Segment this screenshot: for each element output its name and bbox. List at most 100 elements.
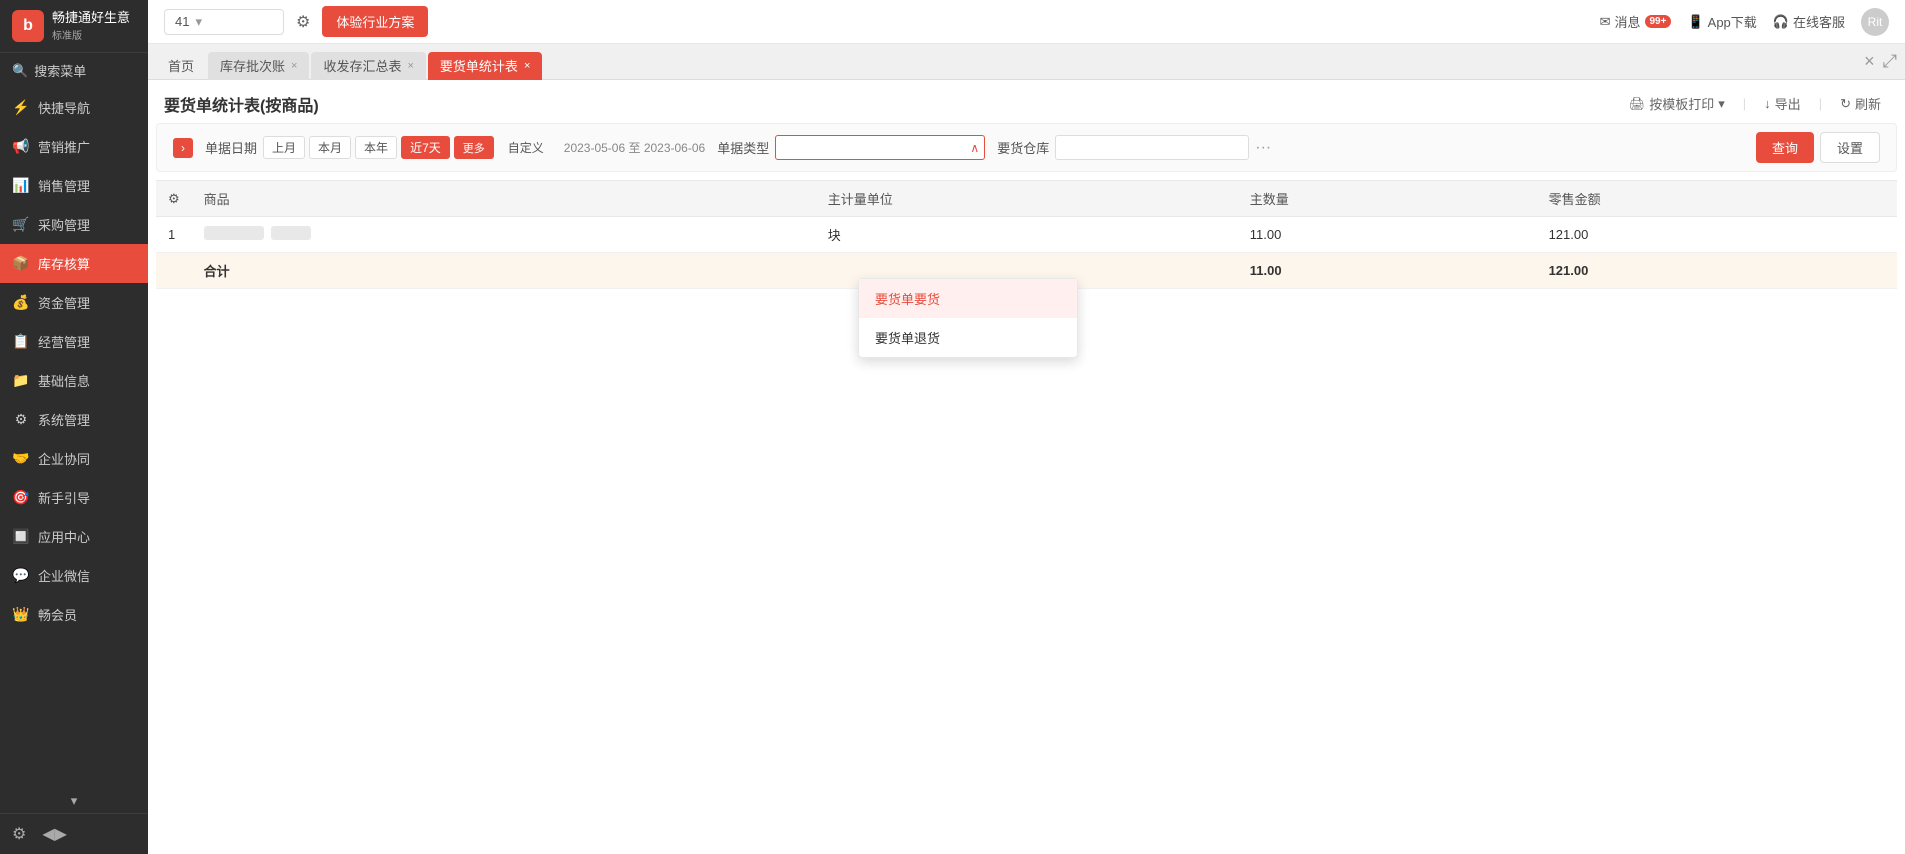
operation-icon: 📋 [12,333,30,350]
messages-label: 消息 [1614,12,1640,31]
sidebar-item-finance[interactable]: 💰 资金管理 [0,283,148,322]
tab-inventory-batch-label: 库存批次账 [220,56,285,75]
custom-date-btn[interactable]: 自定义 [500,137,552,158]
print-btn[interactable]: 🖨 按模板打印 ▾ [1621,90,1733,117]
refresh-btn[interactable]: ↻ 刷新 [1832,90,1889,117]
warehouse-filter-label: 要货仓库 [997,138,1049,157]
type-filter-group: 单据类型 ∧ [717,135,985,160]
sidebar-search[interactable]: 🔍 搜索菜单 [0,53,148,88]
page-title: 要货单统计表(按商品) [164,92,319,116]
guide-icon: 🎯 [12,489,30,506]
sidebar-item-operation[interactable]: 📋 经营管理 [0,322,148,361]
quick-date-btns: 上月 本月 本年 近7天 更多 [263,136,494,159]
query-btn[interactable]: 查询 [1756,132,1814,163]
company-selector[interactable]: 41 ▾ [164,9,284,35]
topbar-gear-icon[interactable]: ⚙ [296,12,310,32]
tab-recv-summary-close[interactable]: × [407,60,413,72]
selector-arrow-icon: ▾ [195,14,202,30]
more-dates-btn[interactable]: 更多 [454,136,494,159]
sidebar-item-label: 经营管理 [38,332,90,351]
online-service-btn[interactable]: 🎧 在线客服 [1773,12,1845,31]
settings-btn[interactable]: 设置 [1820,132,1880,163]
dropdown-item-order-return[interactable]: 要货单退货 [859,318,1077,357]
search-label: 搜索菜单 [34,61,86,80]
cell-quantity: 11.00 [1238,217,1537,253]
data-table: ⚙ 商品 主计量单位 主数量 零售金额 1 块 [156,180,1897,289]
finance-icon: 💰 [12,294,30,311]
sidebar-item-quick-nav[interactable]: ⚡ 快捷导航 [0,88,148,127]
last-month-btn[interactable]: 上月 [263,136,305,159]
sidebar-item-label: 系统管理 [38,410,90,429]
tab-recv-summary-label: 收发存汇总表 [323,56,401,75]
dropdown-item-order-goods[interactable]: 要货单要货 [859,279,1077,318]
cell-index: 1 [156,217,192,253]
tab-actions: × ⤢ [1864,51,1897,72]
table-row: 1 块 11.00 121.00 [156,217,1897,253]
sidebar-settings-icon[interactable]: ⚙ [12,824,26,844]
warehouse-filter-input[interactable] [1055,135,1249,160]
tab-recv-summary[interactable]: 收发存汇总表 × [311,52,425,80]
sidebar-item-app-center[interactable]: 🔲 应用中心 [0,517,148,556]
export-label: 导出 [1775,94,1801,113]
tab-inventory-batch[interactable]: 库存批次账 × [208,52,309,80]
this-month-btn[interactable]: 本月 [309,136,351,159]
table-header-row: ⚙ 商品 主计量单位 主数量 零售金额 [156,181,1897,217]
export-btn[interactable]: ↓ 导出 [1756,90,1809,117]
filter-expand-btn[interactable]: › [173,138,193,158]
tab-order-stats[interactable]: 要货单统计表 × [428,52,542,80]
sidebar-item-label: 新手引导 [38,488,90,507]
sidebar-scroll-down[interactable]: ▾ [0,789,148,813]
app-center-icon: 🔲 [12,528,30,545]
sidebar-item-basic-info[interactable]: 📁 基础信息 [0,361,148,400]
sidebar-item-member[interactable]: 👑 畅会员 [0,595,148,634]
tab-fullscreen-btn[interactable]: ⤢ [1883,51,1897,72]
footer-label: 合计 [192,253,816,289]
footer-quantity: 11.00 [1238,253,1537,289]
sidebar-collapse-icon[interactable]: ◀▶ [42,824,67,844]
filter-actions: 查询 设置 [1756,132,1880,163]
company-name: 41 [175,14,189,29]
sidebar-item-label: 畅会员 [38,605,77,624]
app-download-btn[interactable]: 📱 App下载 [1687,12,1756,31]
type-dropdown-arrow-icon[interactable]: ∧ [970,141,979,155]
app-name: 畅捷通好生意 [52,10,130,27]
sidebar-item-guide[interactable]: 🎯 新手引导 [0,478,148,517]
refresh-icon: ↻ [1840,96,1851,112]
tab-home-label: 首页 [168,56,194,75]
sidebar-item-sales[interactable]: 📊 销售管理 [0,166,148,205]
filter-more-icon[interactable]: ··· [1255,139,1271,157]
sidebar-item-label: 库存核算 [38,254,90,273]
tab-home[interactable]: 首页 [156,52,206,80]
table-container: ⚙ 商品 主计量单位 主数量 零售金额 1 块 [148,180,1905,289]
sidebar-item-label: 营销推广 [38,137,90,156]
messages-btn[interactable]: ✉ 消息 99+ [1600,12,1672,31]
type-filter-input[interactable] [775,135,985,160]
sidebar-nav: ⚡ 快捷导航 📢 营销推广 📊 销售管理 🛒 采购管理 📦 库存核算 💰 资金管… [0,88,148,789]
logo-icon: b [12,10,44,42]
sidebar-item-purchase[interactable]: 🛒 采购管理 [0,205,148,244]
user-avatar[interactable]: Rit [1861,8,1889,36]
sidebar-item-label: 资金管理 [38,293,90,312]
sidebar-item-inventory[interactable]: 📦 库存核算 [0,244,148,283]
app-logo: b 畅捷通好生意 标准版 [0,0,148,53]
sidebar-item-corp-wechat[interactable]: 💬 企业微信 [0,556,148,595]
tab-bar: 首页 库存批次账 × 收发存汇总表 × 要货单统计表 × × ⤢ [148,44,1905,80]
tab-order-stats-close[interactable]: × [524,60,530,72]
last-7-days-btn[interactable]: 近7天 [401,136,450,159]
sidebar-item-enterprise[interactable]: 🤝 企业协同 [0,439,148,478]
online-service-label: 在线客服 [1793,12,1845,31]
messages-badge: 99+ [1645,15,1672,28]
print-arrow-icon: ▾ [1718,96,1725,112]
sidebar-item-label: 销售管理 [38,176,90,195]
basic-info-icon: 📁 [12,372,30,389]
sidebar-item-label: 快捷导航 [38,98,90,117]
sidebar-item-marketing[interactable]: 📢 营销推广 [0,127,148,166]
inventory-icon: 📦 [12,255,30,272]
cell-goods [192,217,816,253]
tab-close-window-btn[interactable]: × [1864,51,1875,72]
tab-inventory-batch-close[interactable]: × [291,60,297,72]
sidebar-item-label: 应用中心 [38,527,90,546]
this-year-btn[interactable]: 本年 [355,136,397,159]
trial-btn[interactable]: 体验行业方案 [322,6,428,37]
sidebar-item-system[interactable]: ⚙ 系统管理 [0,400,148,439]
